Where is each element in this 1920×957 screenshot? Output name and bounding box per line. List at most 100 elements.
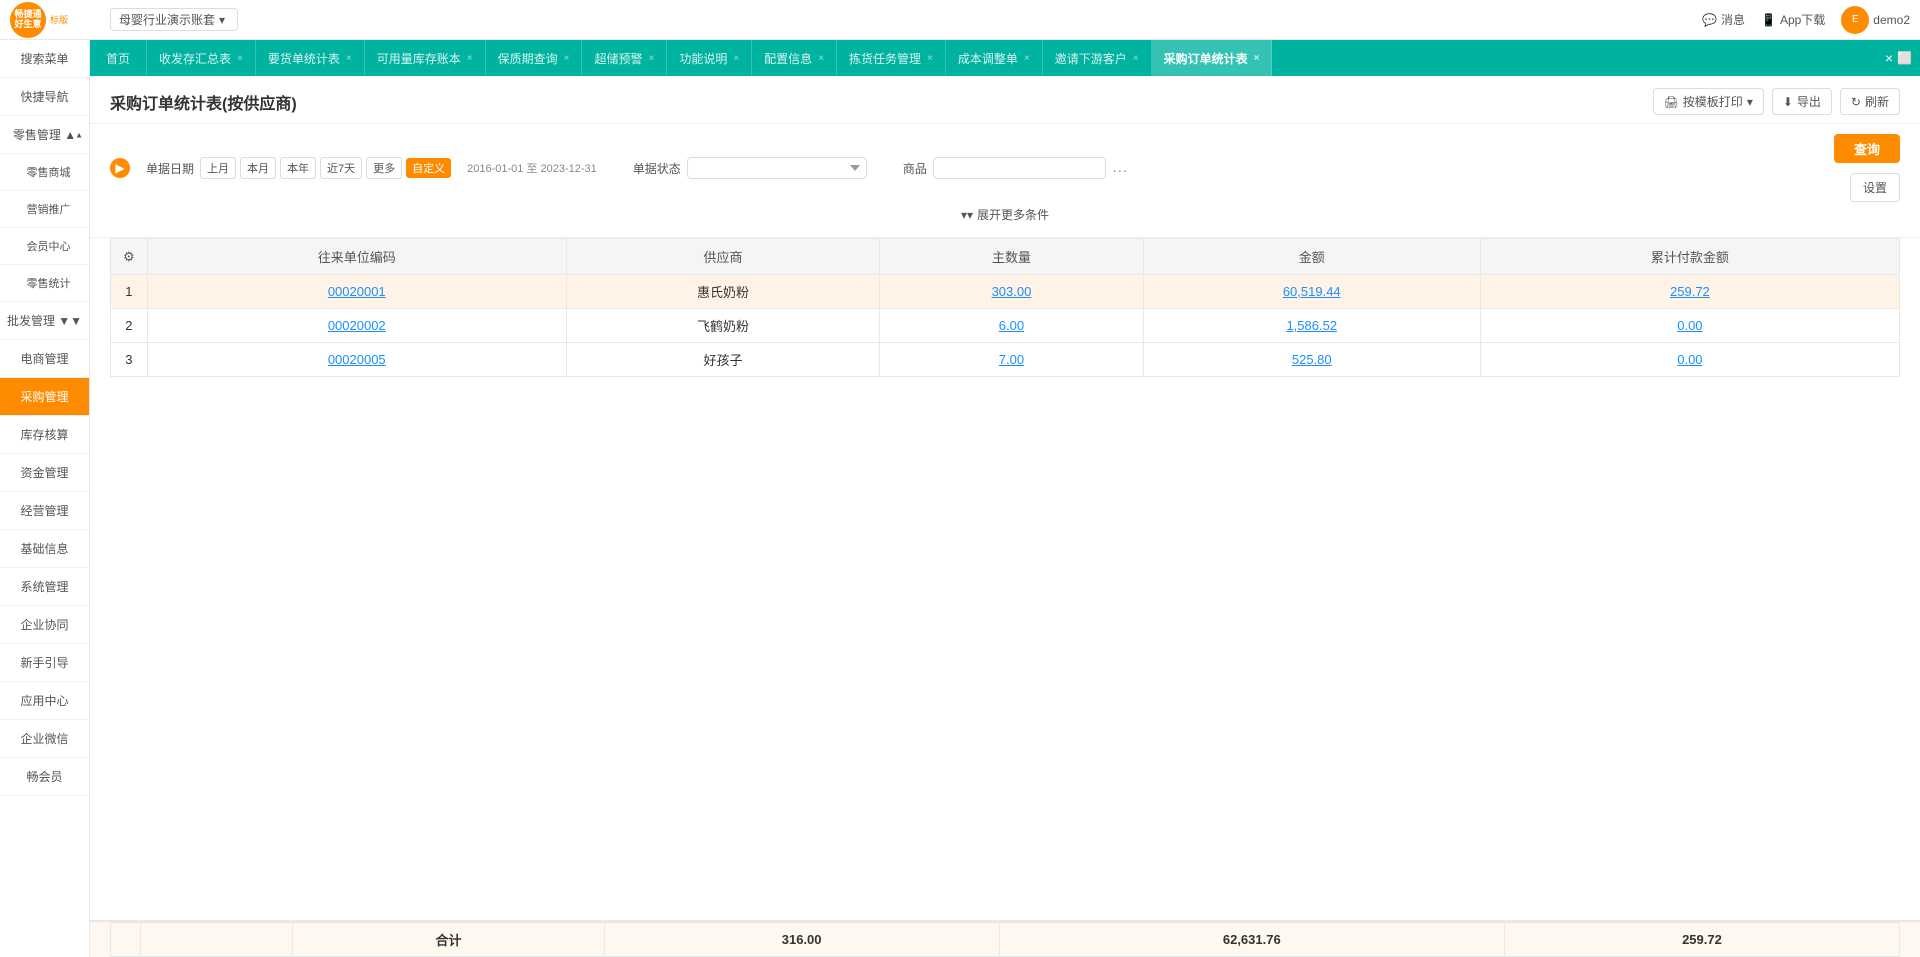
tab-close-icon[interactable]: × [346, 53, 352, 64]
sidebar-item-retail-mgmt[interactable]: 零售管理 ▲ [0, 116, 89, 154]
tab-close-icon[interactable]: × [564, 53, 570, 64]
avatar: E [1841, 6, 1869, 34]
date-custom-badge: 自定义 [406, 158, 451, 178]
date-btn-more[interactable]: 更多 [366, 157, 402, 179]
th-paid: 累计付款金额 [1480, 239, 1899, 275]
th-amount: 金额 [1143, 239, 1480, 275]
tab-order-stats[interactable]: 要货单统计表 × [256, 40, 365, 76]
row-code[interactable]: 00020002 [147, 309, 566, 343]
logo-area: 畅捷通好生意 标版 [10, 2, 100, 38]
tab-pick-task[interactable]: 拣货任务管理 × [837, 40, 946, 76]
sidebar-item-ecommerce[interactable]: 电商管理 [0, 340, 89, 378]
row-quantity[interactable]: 303.00 [880, 275, 1144, 309]
tab-invite-downstream[interactable]: 邀请下游客户 × [1043, 40, 1152, 76]
print-button[interactable]: 🖨 按模板打印 ▾ [1653, 88, 1764, 115]
date-btn-this-year[interactable]: 本年 [280, 157, 316, 179]
filter-status-item: 单据状态 [633, 157, 867, 179]
sidebar-item-app-center[interactable]: 应用中心 [0, 682, 89, 720]
status-label: 单据状态 [633, 160, 681, 177]
footer-quantity: 316.00 [604, 923, 999, 957]
print-icon: 🖨 [1664, 95, 1679, 109]
row-amount[interactable]: 1,586.52 [1143, 309, 1480, 343]
th-settings[interactable]: ⚙ [111, 239, 148, 275]
sidebar-item-vip[interactable]: 畅会员 [0, 758, 89, 796]
sidebar-item-wholesale[interactable]: 批发管理 ▼ [0, 302, 89, 340]
sidebar-item-quicknav[interactable]: 快捷导航 [0, 78, 89, 116]
table-footer: 合计 316.00 62,631.76 259.72 [90, 920, 1920, 957]
tab-purchase-stats[interactable]: 采购订单统计表 × [1152, 40, 1273, 76]
row-code[interactable]: 00020001 [147, 275, 566, 309]
row-paid[interactable]: 0.00 [1480, 343, 1899, 377]
filter-dates: 上月 本月 本年 近7天 更多 自定义 [200, 157, 451, 179]
table-row: 2 00020002 飞鹤奶粉 6.00 1,586.52 0.00 [111, 309, 1900, 343]
sidebar-item-newbie[interactable]: 新手引导 [0, 644, 89, 682]
sidebar-item-operation[interactable]: 经营管理 [0, 492, 89, 530]
sidebar-item-inventory[interactable]: 库存核算 [0, 416, 89, 454]
chevron-down-icon: ▾▾ [961, 208, 973, 222]
settings-button[interactable]: 设置 [1850, 173, 1900, 202]
tab-home[interactable]: 首页 [90, 40, 147, 76]
sidebar-item-search[interactable]: 搜索菜单 [0, 40, 89, 78]
more-dots-icon[interactable]: … [1112, 159, 1128, 177]
tab-available-stock[interactable]: 可用量库存账本 × [365, 40, 486, 76]
tab-close-icon[interactable]: × [733, 53, 739, 64]
sidebar-item-basic[interactable]: 基础信息 [0, 530, 89, 568]
export-icon: ⬇ [1783, 95, 1793, 109]
row-paid[interactable]: 259.72 [1480, 275, 1899, 309]
tab-close-icon[interactable]: × [927, 53, 933, 64]
user-menu[interactable]: E demo2 [1841, 6, 1910, 34]
row-code[interactable]: 00020005 [147, 343, 566, 377]
message-button[interactable]: 💬 消息 [1702, 11, 1745, 28]
date-btn-last-month[interactable]: 上月 [200, 157, 236, 179]
tab-maximize-icon[interactable]: ⬜ [1897, 51, 1912, 65]
row-paid[interactable]: 0.00 [1480, 309, 1899, 343]
sidebar-item-retail-store[interactable]: 零售商城 [0, 154, 89, 191]
row-index: 3 [111, 343, 148, 377]
sidebar-item-member[interactable]: 会员中心 [0, 228, 89, 265]
date-btn-7days[interactable]: 近7天 [320, 157, 362, 179]
export-button[interactable]: ⬇ 导出 [1772, 88, 1832, 115]
date-label: 单据日期 [146, 160, 194, 177]
tab-func-desc[interactable]: 功能说明 × [667, 40, 752, 76]
tab-close-icon[interactable]: × [818, 53, 824, 64]
tab-stock-summary[interactable]: 收发存汇总表 × [147, 40, 256, 76]
sidebar-item-retail-stats[interactable]: 零售统计 [0, 265, 89, 302]
date-btn-this-month[interactable]: 本月 [240, 157, 276, 179]
tab-config[interactable]: 配置信息 × [752, 40, 837, 76]
goods-input[interactable] [933, 157, 1106, 179]
row-index: 1 [111, 275, 148, 309]
status-select[interactable] [687, 157, 867, 179]
tab-close-icon[interactable]: × [1254, 53, 1260, 64]
row-amount[interactable]: 525.80 [1143, 343, 1480, 377]
tab-close-icon[interactable]: × [237, 53, 243, 64]
expand-more-button[interactable]: ▾▾ 展开更多条件 [961, 206, 1049, 223]
message-icon: 💬 [1702, 13, 1717, 27]
sidebar-item-system[interactable]: 系统管理 [0, 568, 89, 606]
sidebar-item-wechat[interactable]: 企业微信 [0, 720, 89, 758]
row-quantity[interactable]: 7.00 [880, 343, 1144, 377]
sidebar-item-purchase[interactable]: 采购管理 [0, 378, 89, 416]
sidebar-item-corp-collab[interactable]: 企业协同 [0, 606, 89, 644]
tab-cost-adjust[interactable]: 成本调整单 × [946, 40, 1043, 76]
tab-close-icon[interactable]: × [1133, 53, 1139, 64]
tab-expiry[interactable]: 保质期查询 × [486, 40, 583, 76]
app-download-button[interactable]: 📱 App下载 [1761, 11, 1825, 28]
filter-toggle-button[interactable]: ▶ [110, 158, 130, 178]
table-row: 1 00020001 惠氏奶粉 303.00 60,519.44 259.72 [111, 275, 1900, 309]
tab-close-icon[interactable]: × [1024, 53, 1030, 64]
sidebar-item-finance[interactable]: 资金管理 [0, 454, 89, 492]
goods-label: 商品 [903, 160, 927, 177]
total-row: 合计 316.00 62,631.76 259.72 [111, 923, 1900, 957]
query-button[interactable]: 查询 [1834, 134, 1900, 163]
workspace-selector[interactable]: 母婴行业演示账套 ▾ [110, 8, 238, 31]
sidebar-item-marketing[interactable]: 营销推广 [0, 191, 89, 228]
column-settings-icon[interactable]: ⚙ [123, 249, 135, 264]
refresh-button[interactable]: ↻ 刷新 [1840, 88, 1900, 115]
row-quantity[interactable]: 6.00 [880, 309, 1144, 343]
row-amount[interactable]: 60,519.44 [1143, 275, 1480, 309]
tab-overstock[interactable]: 超储预警 × [582, 40, 667, 76]
tab-close-icon[interactable]: × [648, 53, 654, 64]
tab-close-window-icon[interactable]: × [1885, 50, 1893, 66]
tab-close-icon[interactable]: × [467, 53, 473, 64]
username: demo2 [1873, 13, 1910, 27]
